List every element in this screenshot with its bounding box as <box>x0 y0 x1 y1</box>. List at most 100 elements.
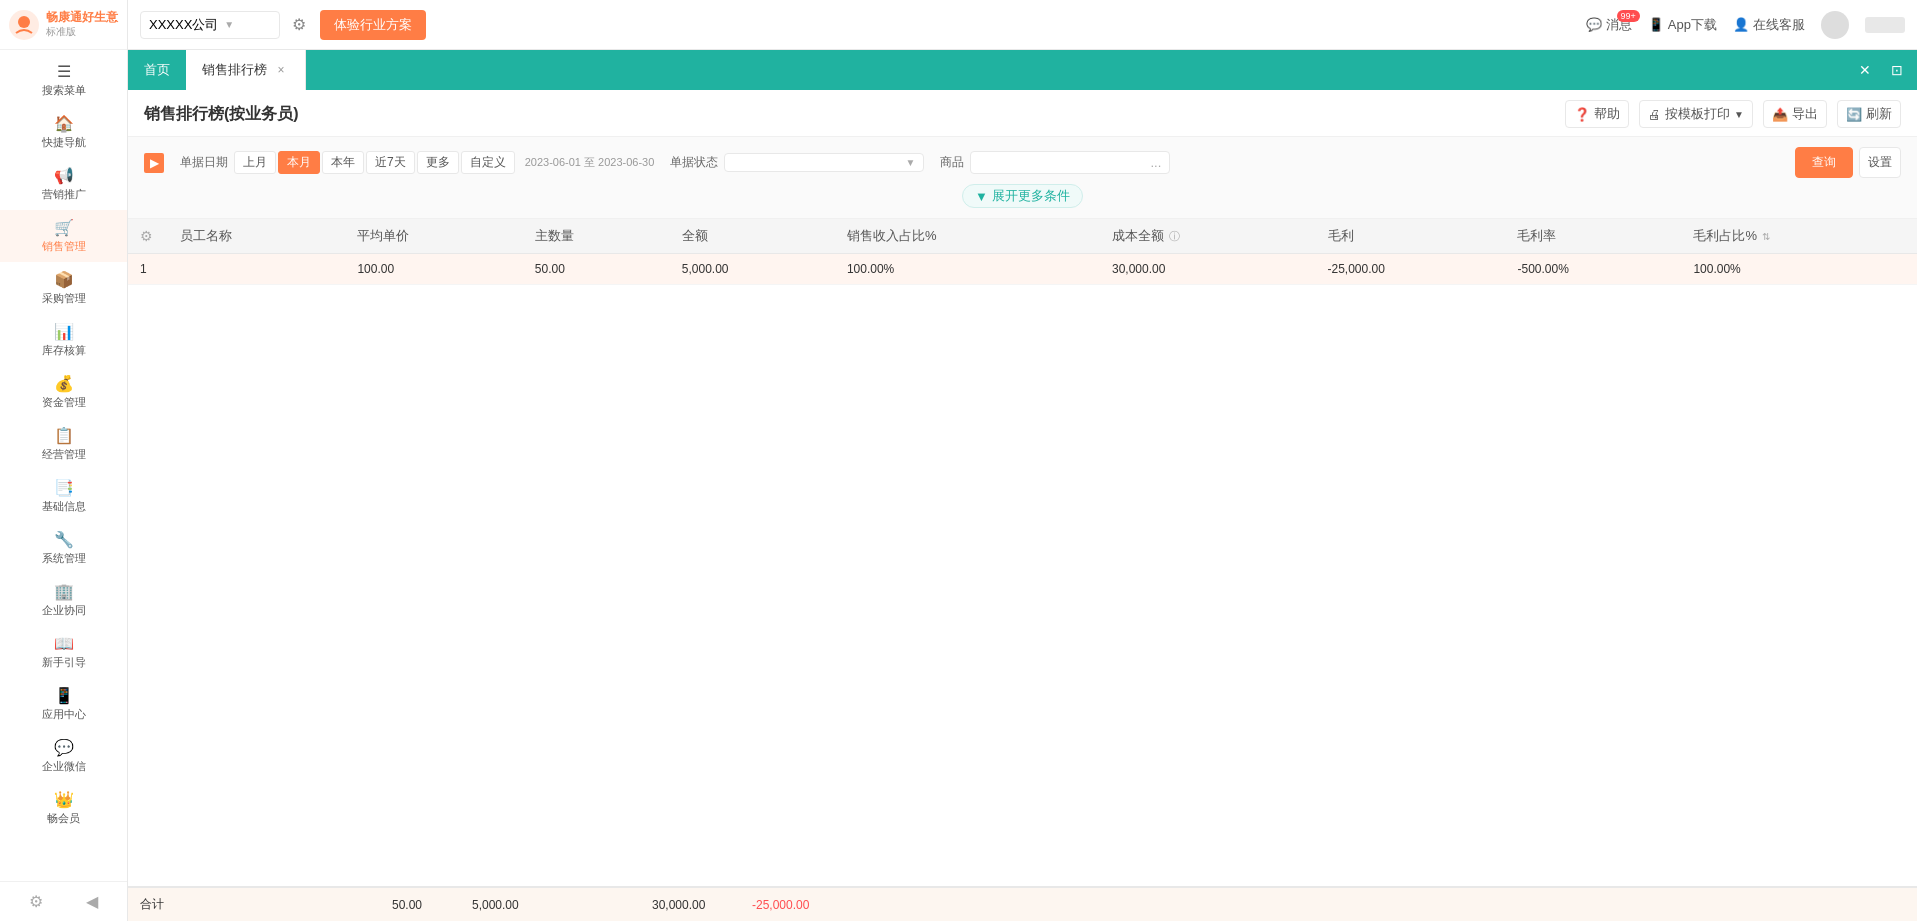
table-settings-icon[interactable]: ⚙ <box>140 228 153 244</box>
page-container: 销售排行榜(按业务员) ❓ 帮助 🖨 按模板打印 ▼ 📤 导出 <box>128 90 1917 921</box>
sidebar-settings-icon[interactable]: ⚙ <box>29 892 43 911</box>
tab-close-icon[interactable]: × <box>273 62 289 78</box>
message-badge: 99+ <box>1617 10 1640 22</box>
inventory-icon: 📊 <box>54 322 74 341</box>
marketing-icon: 📢 <box>54 166 74 185</box>
recent7-btn[interactable]: 近7天 <box>366 151 415 174</box>
data-table: ⚙ 员工名称 平均单价 主数量 <box>128 219 1917 285</box>
message-item[interactable]: 💬 消息 99+ <box>1586 16 1632 34</box>
query-actions: 查询 设置 <box>1795 147 1901 178</box>
tab-label-sales-ranking: 销售排行榜 <box>202 61 267 79</box>
online-service-item[interactable]: 👤 在线客服 <box>1733 16 1805 34</box>
sidebar-item-label-purchase: 采购管理 <box>42 291 86 306</box>
finance-icon: 💰 <box>54 374 74 393</box>
app-download-item[interactable]: 📱 App下载 <box>1648 16 1717 34</box>
chevron-down-icon: ▼ <box>975 189 988 204</box>
tab-home[interactable]: 首页 <box>128 50 186 90</box>
goods-input[interactable]: ... <box>970 151 1170 174</box>
cell-gross-ratio: 100.00% <box>1681 254 1917 285</box>
chevron-down-icon: ▼ <box>1734 109 1744 120</box>
col-avg-price: 平均单价 <box>345 219 522 254</box>
custom-date-btn[interactable]: 自定义 <box>461 151 515 174</box>
window-close-icon[interactable]: ✕ <box>1853 58 1877 82</box>
date-range-display: 2023-06-01 至 2023-06-30 <box>525 155 655 170</box>
col-settings[interactable]: ⚙ <box>128 219 168 254</box>
guide-icon: 📖 <box>54 634 74 653</box>
col-gross-ratio: 毛利占比% ⇅ <box>1681 219 1917 254</box>
cost-info-icon[interactable]: ⓘ <box>1169 230 1180 242</box>
refresh-button[interactable]: 🔄 刷新 <box>1837 100 1901 128</box>
sidebar-item-basic-info[interactable]: 📑 基础信息 <box>0 470 127 522</box>
basic-info-icon: 📑 <box>54 478 74 497</box>
sidebar-item-label-inventory: 库存核算 <box>42 343 86 358</box>
sidebar-item-sales[interactable]: 🛒 销售管理 <box>0 210 127 262</box>
company-name: XXXXX公司 <box>149 16 218 34</box>
tab-sales-ranking[interactable]: 销售排行榜 × <box>186 50 306 90</box>
sidebar-item-system[interactable]: 🔧 系统管理 <box>0 522 127 574</box>
this-year-btn[interactable]: 本年 <box>322 151 364 174</box>
trial-button[interactable]: 体验行业方案 <box>320 10 426 40</box>
sidebar-item-label-member: 畅会员 <box>47 811 80 826</box>
col-sales-ratio: 销售收入占比% <box>835 219 1100 254</box>
query-button[interactable]: 查询 <box>1795 147 1853 178</box>
sidebar-nav: ☰ 搜索菜单 🏠 快捷导航 📢 营销推广 🛒 销售管理 📦 采购管理 📊 库存核… <box>0 50 127 881</box>
sort-icon[interactable]: ⇅ <box>1762 231 1770 242</box>
header-right: 💬 消息 99+ 📱 App下载 👤 在线客服 <box>1586 11 1905 39</box>
status-filter-group: 单据状态 ▼ <box>670 153 924 172</box>
app-name: 畅康通好生意 <box>46 10 118 26</box>
filter-row: ▶ 单据日期 上月 本月 本年 近7天 更多 自定义 2023-06-01 至 … <box>144 147 1901 178</box>
sidebar-item-operation[interactable]: 📋 经营管理 <box>0 418 127 470</box>
export-button[interactable]: 📤 导出 <box>1763 100 1827 128</box>
sidebar-item-marketing[interactable]: 📢 营销推广 <box>0 158 127 210</box>
page-title: 销售排行榜(按业务员) <box>144 104 299 125</box>
sidebar-item-label-marketing: 营销推广 <box>42 187 86 202</box>
cell-rank: 1 <box>128 254 168 285</box>
cell-cost: 30,000.00 <box>1100 254 1316 285</box>
sidebar-item-app-center[interactable]: 📱 应用中心 <box>0 678 127 730</box>
wechat-icon: 💬 <box>54 738 74 757</box>
goods-filter-label: 商品 <box>940 154 964 171</box>
table-area: ⚙ 员工名称 平均单价 主数量 <box>128 219 1917 886</box>
sidebar-item-member[interactable]: 👑 畅会员 <box>0 782 127 834</box>
summary-spacer1 <box>220 898 300 912</box>
sidebar-item-purchase[interactable]: 📦 采购管理 <box>0 262 127 314</box>
settings-icon[interactable]: ⚙ <box>288 11 310 38</box>
sidebar-collapse-icon[interactable]: ◀ <box>86 892 98 911</box>
expand-label: 展开更多条件 <box>992 187 1070 205</box>
sidebar-item-label-basic-info: 基础信息 <box>42 499 86 514</box>
sidebar-item-inventory[interactable]: 📊 库存核算 <box>0 314 127 366</box>
company-selector[interactable]: XXXXX公司 ▼ <box>140 11 280 39</box>
settings-button[interactable]: 设置 <box>1859 147 1901 178</box>
col-cost: 成本全额 ⓘ <box>1100 219 1316 254</box>
logo-text-block: 畅康通好生意 标准版 <box>46 10 118 40</box>
cell-sales-ratio: 100.00% <box>835 254 1100 285</box>
sidebar-item-label-wechat: 企业微信 <box>42 759 86 774</box>
sidebar-item-label-search: 搜索菜单 <box>42 83 86 98</box>
sidebar-item-quick-nav[interactable]: 🏠 快捷导航 <box>0 106 127 158</box>
cell-name <box>168 254 345 285</box>
sidebar-item-wechat[interactable]: 💬 企业微信 <box>0 730 127 782</box>
col-gross: 毛利 <box>1316 219 1506 254</box>
summary-spacer2 <box>300 898 380 912</box>
sidebar-item-label-sales: 销售管理 <box>42 239 86 254</box>
filter-area: ▶ 单据日期 上月 本月 本年 近7天 更多 自定义 2023-06-01 至 … <box>128 137 1917 219</box>
expand-conditions-btn[interactable]: ▼ 展开更多条件 <box>962 184 1083 208</box>
filter-expand-arrow[interactable]: ▶ <box>144 153 164 173</box>
sidebar-item-label-enterprise: 企业协同 <box>42 603 86 618</box>
online-service-label: 在线客服 <box>1753 16 1805 34</box>
home-icon: 🏠 <box>54 114 74 133</box>
status-select[interactable]: ▼ <box>724 153 924 172</box>
last-month-btn[interactable]: 上月 <box>234 151 276 174</box>
window-maximize-icon[interactable]: ⊡ <box>1885 58 1909 82</box>
sidebar-item-enterprise[interactable]: 🏢 企业协同 <box>0 574 127 626</box>
svg-point-1 <box>18 16 30 28</box>
sidebar-item-guide[interactable]: 📖 新手引导 <box>0 626 127 678</box>
avatar[interactable] <box>1821 11 1849 39</box>
print-button[interactable]: 🖨 按模板打印 ▼ <box>1639 100 1753 128</box>
more-date-btn[interactable]: 更多 <box>417 151 459 174</box>
sidebar-item-finance[interactable]: 💰 资金管理 <box>0 366 127 418</box>
sidebar-item-label-system: 系统管理 <box>42 551 86 566</box>
help-button[interactable]: ❓ 帮助 <box>1565 100 1629 128</box>
sidebar-item-search[interactable]: ☰ 搜索菜单 <box>0 54 127 106</box>
this-month-btn[interactable]: 本月 <box>278 151 320 174</box>
